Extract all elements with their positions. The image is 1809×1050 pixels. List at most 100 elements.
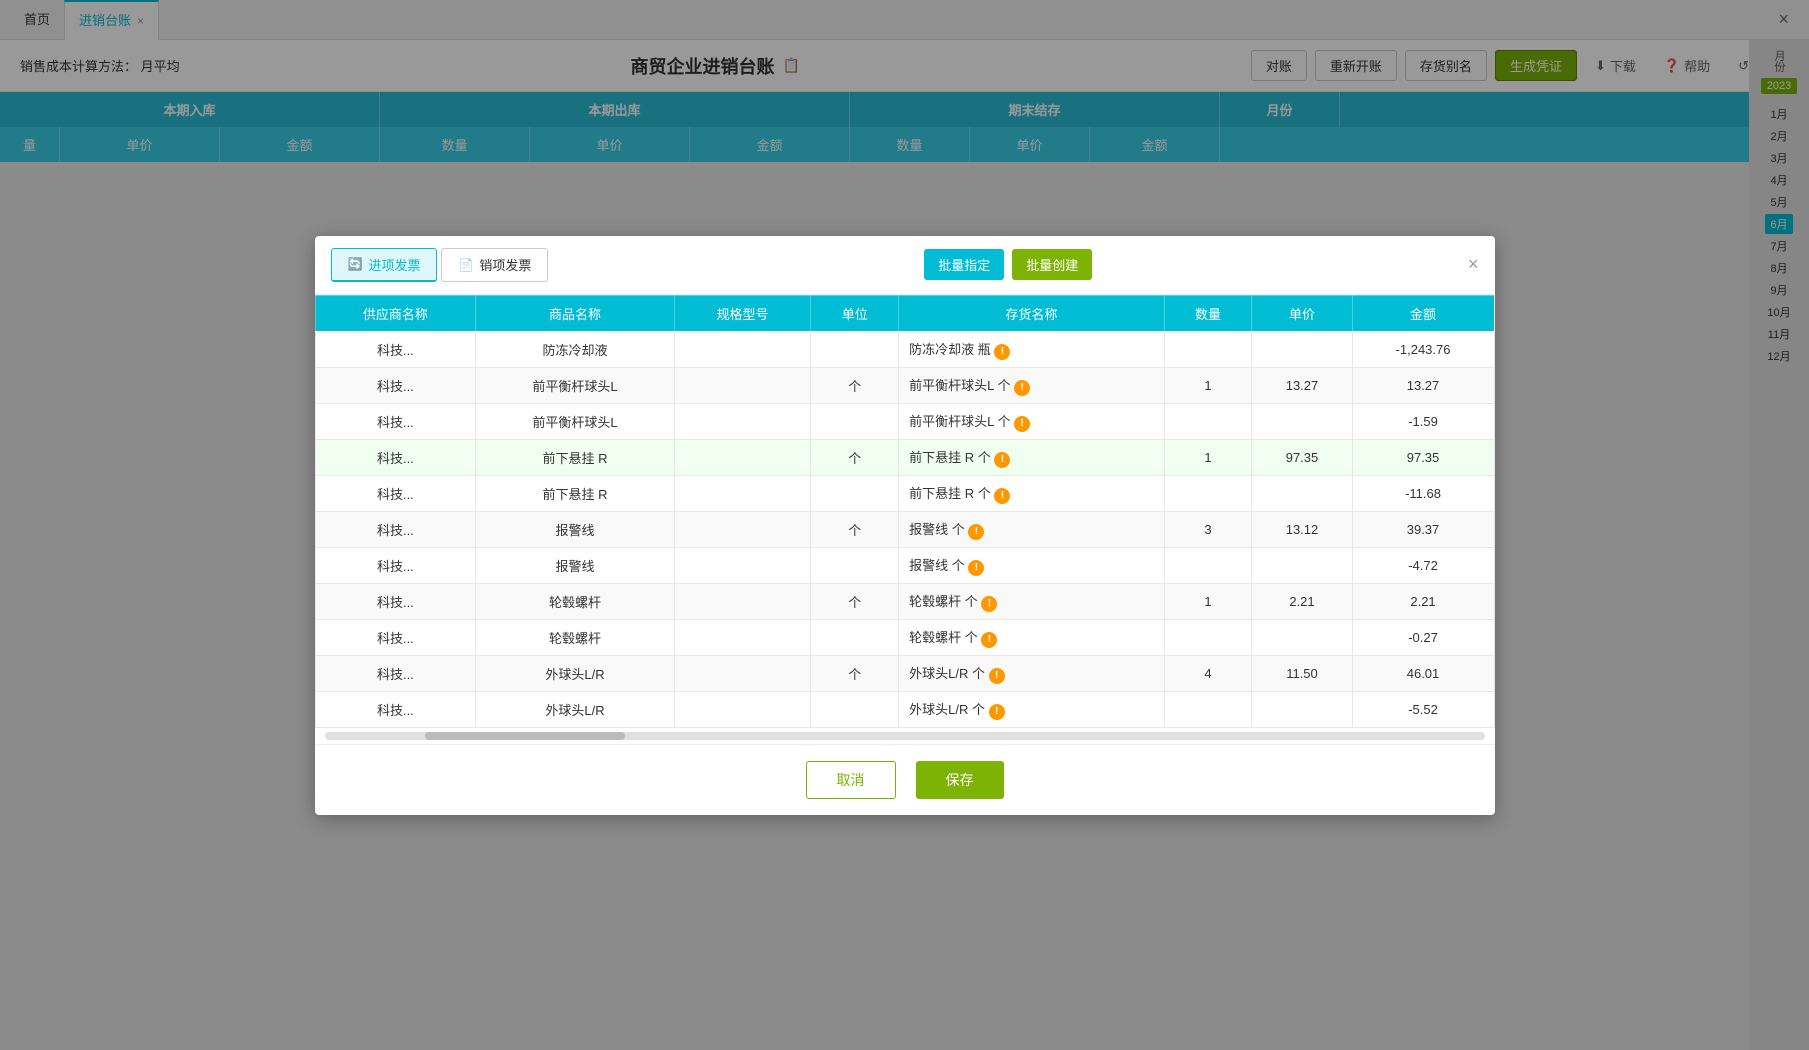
table-row: 科技...防冻冷却液防冻冷却液 瓶 !-1,243.76: [315, 331, 1494, 367]
supplier-cell: 科技...: [315, 583, 476, 619]
unit-cell: 个: [811, 511, 899, 547]
col-product: 商品名称: [476, 295, 675, 331]
price-cell: [1252, 331, 1352, 367]
product-cell: 前下悬挂 R: [476, 475, 675, 511]
table-row: 科技...报警线 报警线 个 ! -4.72: [315, 547, 1494, 583]
batch-assign-button[interactable]: 批量指定: [924, 249, 1004, 280]
unit-cell: [811, 619, 899, 655]
modal-tabs: 🔄 进项发票 📄 销项发票: [331, 248, 549, 282]
spec-cell: [674, 583, 810, 619]
modal-close-button[interactable]: ×: [1468, 254, 1479, 275]
unit-cell: 个: [811, 367, 899, 403]
supplier-cell: 科技...: [315, 619, 476, 655]
col-qty: 数量: [1164, 295, 1252, 331]
modal-table-wrapper[interactable]: 供应商名称 商品名称 规格型号 单位 存货名称 数量 单价 金额 科技... 防冻…: [315, 295, 1495, 728]
inventory-text: 前平衡杆球头L 个: [909, 414, 1010, 429]
tab-incoming-invoice[interactable]: 🔄 进项发票: [331, 248, 438, 282]
warning-icon: !: [1014, 416, 1030, 432]
unit-cell: [811, 691, 899, 727]
spec-cell: [674, 403, 810, 439]
inventory-text: 前下悬挂 R 个: [909, 450, 991, 465]
incoming-invoice-label: 进项发票: [368, 255, 420, 274]
qty-cell: 3: [1164, 511, 1252, 547]
warning-icon: !: [994, 488, 1010, 504]
modal-horizontal-scrollbar[interactable]: [325, 732, 1485, 740]
warning-icon: !: [981, 632, 997, 648]
amount-cell: 46.01: [1352, 655, 1494, 691]
qty-cell: [1164, 475, 1252, 511]
amount-cell: 39.37: [1352, 511, 1494, 547]
modal-table: 供应商名称 商品名称 规格型号 单位 存货名称 数量 单价 金额 科技... 防冻…: [315, 295, 1495, 728]
price-cell: [1252, 475, 1352, 511]
col-price: 单价: [1252, 295, 1352, 331]
table-row: 科技...轮毂螺杆轮毂螺杆 个 !-0.27: [315, 619, 1494, 655]
table-header-row: 供应商名称 商品名称 规格型号 单位 存货名称 数量 单价 金额: [315, 295, 1494, 331]
inventory-text: 报警线 个: [909, 522, 965, 537]
price-cell: [1252, 619, 1352, 655]
spec-cell: [674, 331, 810, 367]
inventory-cell: 前下悬挂 R 个 !: [899, 475, 1164, 511]
inventory-text: 轮毂螺杆 个: [909, 630, 978, 645]
table-row: 科技...报警线个报警线 个 !313.1239.37: [315, 511, 1494, 547]
inventory-cell: 防冻冷却液 瓶 !: [899, 331, 1164, 367]
unit-cell: [811, 547, 899, 583]
supplier-cell: 科技...: [315, 655, 476, 691]
product-cell: 前平衡杆球头L: [476, 367, 675, 403]
qty-cell: [1164, 547, 1252, 583]
qty-cell: 4: [1164, 655, 1252, 691]
inventory-text: 报警线 个: [909, 558, 965, 573]
product-cell: 前下悬挂 R: [476, 439, 675, 475]
amount-cell: -5.52: [1352, 691, 1494, 727]
supplier-cell: 科技...: [315, 547, 476, 583]
inventory-text: 前下悬挂 R 个: [909, 486, 991, 501]
qty-cell: [1164, 331, 1252, 367]
unit-cell: 个: [811, 583, 899, 619]
table-row: 科技...前平衡杆球头L 前平衡杆球头L 个 ! -1.59: [315, 403, 1494, 439]
table-row: 科技...前平衡杆球头L个前平衡杆球头L 个 !113.2713.27: [315, 367, 1494, 403]
supplier-cell: 科技...: [315, 331, 476, 367]
modal-actions: 批量指定 批量创建: [924, 249, 1092, 280]
col-amount: 金额: [1352, 295, 1494, 331]
inventory-cell: 外球头L/R 个 !: [899, 691, 1164, 727]
table-row: 科技...前下悬挂 R个前下悬挂 R 个 !197.3597.35: [315, 439, 1494, 475]
warning-icon: !: [981, 596, 997, 612]
amount-cell: -4.72: [1352, 547, 1494, 583]
amount-cell: -11.68: [1352, 475, 1494, 511]
inventory-cell: 报警线 个 !: [899, 547, 1164, 583]
modal-header: 🔄 进项发票 📄 销项发票 批量指定 批量创建 ×: [315, 236, 1495, 295]
warning-icon: !: [1014, 380, 1030, 396]
product-cell: 前平衡杆球头L: [476, 403, 675, 439]
price-cell: 13.12: [1252, 511, 1352, 547]
unit-cell: 个: [811, 655, 899, 691]
price-cell: 11.50: [1252, 655, 1352, 691]
inventory-text: 防冻冷却液 瓶: [909, 342, 991, 357]
batch-create-button[interactable]: 批量创建: [1012, 249, 1092, 280]
unit-cell: [811, 475, 899, 511]
table-row: 科技...外球头L/R外球头L/R 个 !-5.52: [315, 691, 1494, 727]
price-cell: [1252, 403, 1352, 439]
save-button[interactable]: 保存: [916, 761, 1004, 799]
table-row: 科技...外球头L/R个外球头L/R 个 !411.5046.01: [315, 655, 1494, 691]
tab-outgoing-invoice[interactable]: 📄 销项发票: [441, 248, 548, 282]
product-cell: 报警线: [476, 511, 675, 547]
warning-icon: !: [994, 344, 1010, 360]
warning-icon: !: [989, 704, 1005, 720]
amount-cell: -1,243.76: [1352, 331, 1494, 367]
cancel-button[interactable]: 取消: [806, 761, 896, 799]
inventory-text: 轮毂螺杆 个: [909, 594, 978, 609]
supplier-cell: 科技...: [315, 403, 476, 439]
price-cell: [1252, 547, 1352, 583]
outgoing-invoice-label: 销项发票: [479, 255, 531, 274]
col-unit: 单位: [811, 295, 899, 331]
amount-cell: 97.35: [1352, 439, 1494, 475]
price-cell: 13.27: [1252, 367, 1352, 403]
qty-cell: 1: [1164, 583, 1252, 619]
supplier-cell: 科技...: [315, 691, 476, 727]
qty-cell: 1: [1164, 367, 1252, 403]
scrollbar-thumb[interactable]: [425, 732, 625, 740]
product-cell: 报警线: [476, 547, 675, 583]
qty-cell: [1164, 691, 1252, 727]
amount-cell: -1.59: [1352, 403, 1494, 439]
inventory-text: 外球头L/R 个: [909, 666, 985, 681]
spec-cell: [674, 655, 810, 691]
